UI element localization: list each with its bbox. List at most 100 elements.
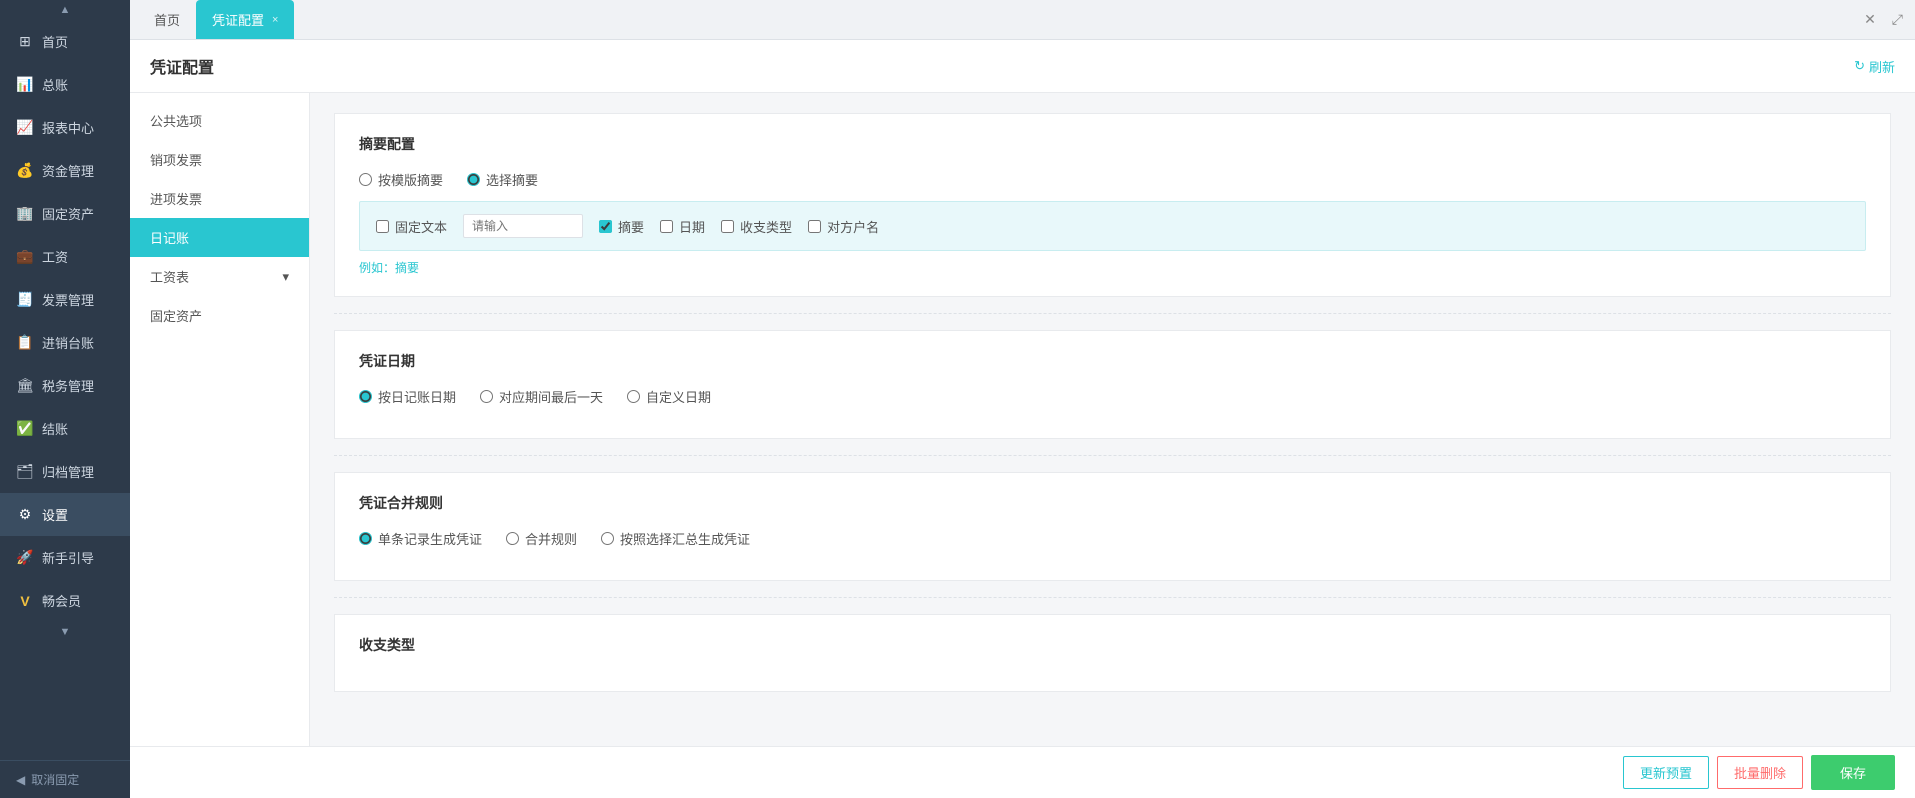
page-content: 凭证配置 ↻ 刷新 公共选项 销项发票 进项发票 日记账 (130, 40, 1915, 798)
sidebar-item-invoice[interactable]: 🧾 发票管理 (0, 278, 130, 321)
sidebar-item-archive[interactable]: 🗂 归档管理 (0, 450, 130, 493)
assets-icon: 🏢 (16, 205, 34, 222)
voucher-date-title: 凭证日期 (359, 351, 1866, 371)
bottom-bar: 更新预置 批量删除 保存 (130, 746, 1915, 798)
closing-icon: ✅ (16, 420, 34, 437)
tab-close-btn[interactable]: × (272, 14, 278, 26)
sidebar-item-salary[interactable]: 💼 工资 (0, 235, 130, 278)
sidebar-scroll-up[interactable]: ▲ (0, 0, 130, 20)
sidebar-item-reports[interactable]: 📈 报表中心 (0, 106, 130, 149)
reports-icon: 📈 (16, 119, 34, 136)
merge-rules-title: 凭证合并规则 (359, 493, 1866, 513)
home-icon: ⊞ (16, 33, 34, 50)
sidebar-item-home[interactable]: ⊞ 首页 (0, 20, 130, 63)
radio-last-day-input[interactable] (480, 390, 493, 403)
left-nav: 公共选项 销项发票 进项发票 日记账 工资表 ▾ 固定资产 (130, 93, 310, 746)
sidebar-item-guide[interactable]: 🚀 新手引导 (0, 536, 130, 579)
guide-icon: 🚀 (16, 549, 34, 566)
checkbox-date-input[interactable] (660, 220, 673, 233)
radio-merge-rule[interactable]: 合并规则 (506, 529, 577, 548)
checkbox-summary[interactable]: 摘要 (599, 217, 644, 236)
income-type-section: 收支类型 (334, 614, 1891, 692)
refresh-button[interactable]: ↻ 刷新 (1854, 57, 1895, 76)
radio-select-merge[interactable]: 按照选择汇总生成凭证 (601, 529, 750, 548)
ledger-icon: 📊 (16, 76, 34, 93)
left-nav-journal[interactable]: 日记账 (130, 218, 309, 257)
tab-bar: 首页 凭证配置 × ✕ ⤢ (130, 0, 1915, 40)
tab-home[interactable]: 首页 (138, 0, 196, 39)
purchase-sale-icon: 📋 (16, 334, 34, 351)
radio-custom-date[interactable]: 自定义日期 (627, 387, 711, 406)
left-nav-fixed-assets[interactable]: 固定资产 (130, 296, 309, 335)
summary-checkbox-row: 固定文本 摘要 日期 收支类型 (359, 201, 1866, 251)
left-nav-payroll[interactable]: 工资表 ▾ (130, 257, 309, 296)
radio-template-summary[interactable]: 按模版摘要 (359, 170, 443, 189)
radio-single-record-input[interactable] (359, 532, 372, 545)
radio-select-summary-input[interactable] (467, 173, 480, 186)
sidebar-scroll-down[interactable]: ▼ (0, 622, 130, 642)
unpin-icon: ◀ (16, 773, 25, 787)
radio-journal-date[interactable]: 按日记账日期 (359, 387, 456, 406)
chevron-down-icon: ▾ (282, 269, 289, 285)
radio-journal-date-input[interactable] (359, 390, 372, 403)
window-resize-btn[interactable]: ⤢ (1888, 9, 1907, 30)
tab-voucher-config[interactable]: 凭证配置 × (196, 0, 294, 39)
sidebar-item-settings[interactable]: ⚙ 设置 (0, 493, 130, 536)
radio-select-summary[interactable]: 选择摘要 (467, 170, 538, 189)
page-header: 凭证配置 ↻ 刷新 (130, 40, 1915, 93)
radio-template-summary-input[interactable] (359, 173, 372, 186)
update-preview-button[interactable]: 更新预置 (1623, 756, 1709, 789)
archive-icon: 🗂 (16, 463, 34, 480)
left-nav-public[interactable]: 公共选项 (130, 101, 309, 140)
radio-select-merge-input[interactable] (601, 532, 614, 545)
radio-single-record[interactable]: 单条记录生成凭证 (359, 529, 482, 548)
sidebar-item-closing[interactable]: ✅ 结账 (0, 407, 130, 450)
checkbox-fixed-text[interactable]: 固定文本 (376, 217, 447, 236)
checkbox-counterpart-input[interactable] (808, 220, 821, 233)
checkbox-summary-input[interactable] (599, 220, 612, 233)
batch-delete-button[interactable]: 批量删除 (1717, 756, 1803, 789)
page-title: 凭证配置 (150, 54, 214, 78)
sidebar: ▲ ⊞ 首页 📊 总账 📈 报表中心 💰 资金管理 🏢 固定资产 💼 工资 🧾 … (0, 0, 130, 798)
content-layout: 公共选项 销项发票 进项发票 日记账 工资表 ▾ 固定资产 (130, 93, 1915, 746)
voucher-date-radio-group: 按日记账日期 对应期间最后一天 自定义日期 (359, 387, 1866, 406)
sidebar-item-ledger[interactable]: 📊 总账 (0, 63, 130, 106)
sidebar-item-assets[interactable]: 🏢 固定资产 (0, 192, 130, 235)
checkbox-income-type-input[interactable] (721, 220, 734, 233)
settings-icon: ⚙ (16, 506, 34, 523)
summary-radio-group: 按模版摘要 选择摘要 (359, 170, 1866, 189)
voucher-date-section: 凭证日期 按日记账日期 对应期间最后一天 自定义日期 (334, 330, 1891, 439)
radio-merge-rule-input[interactable] (506, 532, 519, 545)
save-button[interactable]: 保存 (1811, 755, 1895, 790)
summary-config-section: 摘要配置 按模版摘要 选择摘要 (334, 113, 1891, 297)
invoice-icon: 🧾 (16, 291, 34, 308)
checkbox-fixed-text-input[interactable] (376, 220, 389, 233)
tax-icon: 🏛 (16, 377, 34, 394)
checkbox-income-type[interactable]: 收支类型 (721, 217, 792, 236)
left-nav-sales[interactable]: 销项发票 (130, 140, 309, 179)
radio-custom-date-input[interactable] (627, 390, 640, 403)
tab-actions: ✕ ⤢ (1860, 9, 1907, 30)
refresh-icon: ↻ (1854, 58, 1865, 74)
merge-rules-radio-group: 单条记录生成凭证 合并规则 按照选择汇总生成凭证 (359, 529, 1866, 548)
merge-rules-section: 凭证合并规则 单条记录生成凭证 合并规则 按照选择汇总生成凭证 (334, 472, 1891, 581)
sidebar-item-tax[interactable]: 🏛 税务管理 (0, 364, 130, 407)
funds-icon: 💰 (16, 162, 34, 179)
fixed-text-input[interactable] (463, 214, 583, 238)
sidebar-item-funds[interactable]: 💰 资金管理 (0, 149, 130, 192)
member-icon: V (16, 593, 34, 609)
main-area: 首页 凭证配置 × ✕ ⤢ 凭证配置 ↻ 刷新 公共选项 (130, 0, 1915, 798)
window-close-btn[interactable]: ✕ (1860, 9, 1880, 30)
checkbox-date[interactable]: 日期 (660, 217, 705, 236)
sidebar-unpin[interactable]: ◀ 取消固定 (0, 760, 130, 798)
income-type-title: 收支类型 (359, 635, 1866, 655)
sidebar-item-member[interactable]: V 畅会员 (0, 579, 130, 622)
summary-config-title: 摘要配置 (359, 134, 1866, 154)
right-content: 摘要配置 按模版摘要 选择摘要 (310, 93, 1915, 746)
salary-icon: 💼 (16, 248, 34, 265)
radio-last-day[interactable]: 对应期间最后一天 (480, 387, 603, 406)
left-nav-purchase[interactable]: 进项发票 (130, 179, 309, 218)
checkbox-counterpart[interactable]: 对方户名 (808, 217, 879, 236)
sidebar-item-purchase-sale[interactable]: 📋 进销台账 (0, 321, 130, 364)
example-text: 例如：摘要 (359, 259, 1866, 276)
